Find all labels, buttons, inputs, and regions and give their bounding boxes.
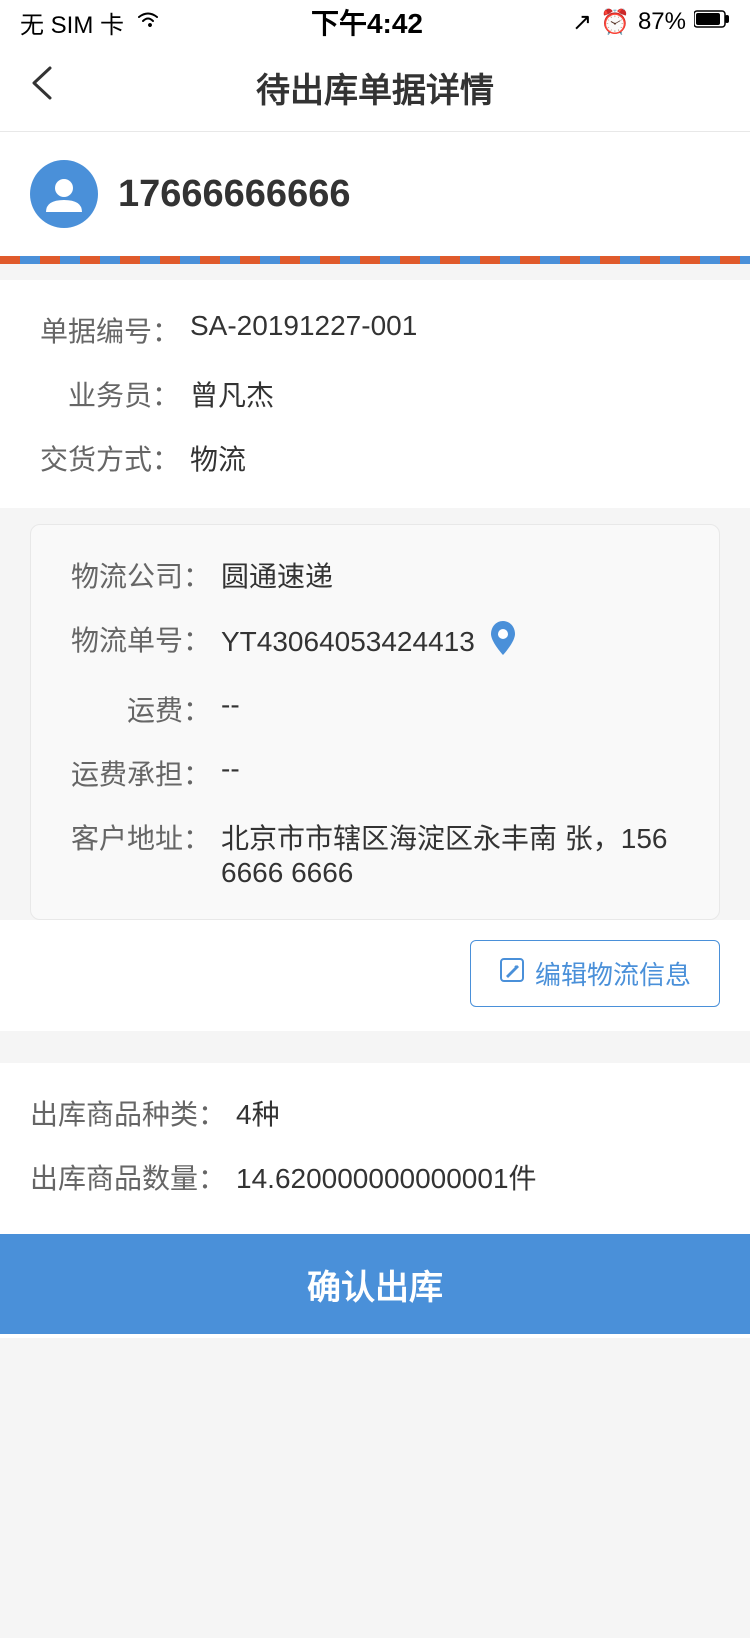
logistics-section: 物流公司： 圆通速递 物流单号： YT43064053424413 运费： --… (30, 524, 720, 920)
goods-section: 出库商品种类： 4种 出库商品数量： 14.620000000000001件 (0, 1063, 750, 1227)
tracking-number-value: YT43064053424413 (221, 619, 689, 665)
confirm-button[interactable]: 确认出库 (0, 1234, 750, 1334)
wifi-icon (134, 8, 162, 36)
edit-logistics-button[interactable]: 编辑物流信息 (470, 940, 720, 1007)
page-title: 待出库单据详情 (256, 63, 494, 112)
freight-bearer-row: 运费承担： -- (61, 753, 689, 793)
address-row: 客户地址： 北京市市辖区海淀区永丰南 张，156 6666 6666 (61, 817, 689, 889)
logistics-company-label: 物流公司： (61, 555, 221, 595)
address-value: 北京市市辖区海淀区永丰南 张，156 6666 6666 (221, 817, 689, 889)
status-right: ↗ ⏰ 87% (572, 8, 730, 37)
document-number-value: SA-20191227-001 (190, 310, 720, 342)
tracking-number-label: 物流单号： (61, 619, 221, 659)
delivery-method-label: 交货方式： (30, 438, 190, 478)
goods-quantity-label: 出库商品数量： (30, 1157, 236, 1197)
customer-phone: 17666666666 (118, 173, 350, 216)
customer-avatar (30, 160, 98, 228)
goods-types-label: 出库商品种类： (30, 1093, 236, 1133)
logistics-company-value: 圆通速递 (221, 555, 689, 595)
delivery-method-row: 交货方式： 物流 (30, 438, 720, 478)
edit-logistics-label: 编辑物流信息 (535, 955, 691, 992)
freight-value: -- (221, 689, 689, 721)
goods-quantity-value: 14.620000000000001件 (236, 1157, 720, 1197)
nav-bar: 待出库单据详情 (0, 44, 750, 132)
logistics-company-row: 物流公司： 圆通速递 (61, 555, 689, 595)
freight-bearer-value: -- (221, 753, 689, 785)
status-left: 无 SIM 卡 (20, 5, 162, 40)
status-time: 下午4:42 (311, 2, 423, 42)
status-bar: 无 SIM 卡 下午4:42 ↗ ⏰ 87% (0, 0, 750, 44)
grey-separator-2 (0, 1338, 750, 1538)
document-number-row: 单据编号： SA-20191227-001 (30, 310, 720, 350)
goods-types-row: 出库商品种类： 4种 (30, 1093, 720, 1133)
battery-icon (694, 8, 730, 36)
tracking-number-row: 物流单号： YT43064053424413 (61, 619, 689, 665)
freight-label: 运费： (61, 689, 221, 729)
edit-icon (499, 957, 525, 990)
basic-info-section: 单据编号： SA-20191227-001 业务员： 曾凡杰 交货方式： 物流 (0, 280, 750, 508)
address-label: 客户地址： (61, 817, 221, 857)
customer-section: 17666666666 (0, 132, 750, 256)
dashed-divider (0, 256, 750, 264)
goods-quantity-row: 出库商品数量： 14.620000000000001件 (30, 1157, 720, 1197)
document-number-label: 单据编号： (30, 310, 190, 350)
delivery-method-value: 物流 (190, 438, 720, 478)
location-status-icon: ↗ (572, 8, 592, 37)
alarm-icon: ⏰ (600, 8, 630, 37)
confirm-label: 确认出库 (307, 1260, 443, 1309)
goods-types-value: 4种 (236, 1093, 720, 1133)
back-button[interactable] (30, 64, 54, 111)
tracking-location-icon[interactable] (487, 619, 519, 665)
freight-bearer-label: 运费承担： (61, 753, 221, 793)
freight-row: 运费： -- (61, 689, 689, 729)
sales-rep-row: 业务员： 曾凡杰 (30, 374, 720, 414)
carrier-text: 无 SIM 卡 (20, 5, 124, 40)
grey-separator-1 (0, 1031, 750, 1047)
sales-rep-label: 业务员： (30, 374, 190, 414)
edit-btn-container: 编辑物流信息 (0, 920, 750, 1031)
sales-rep-value: 曾凡杰 (190, 374, 720, 414)
battery-text: 87% (638, 8, 686, 36)
